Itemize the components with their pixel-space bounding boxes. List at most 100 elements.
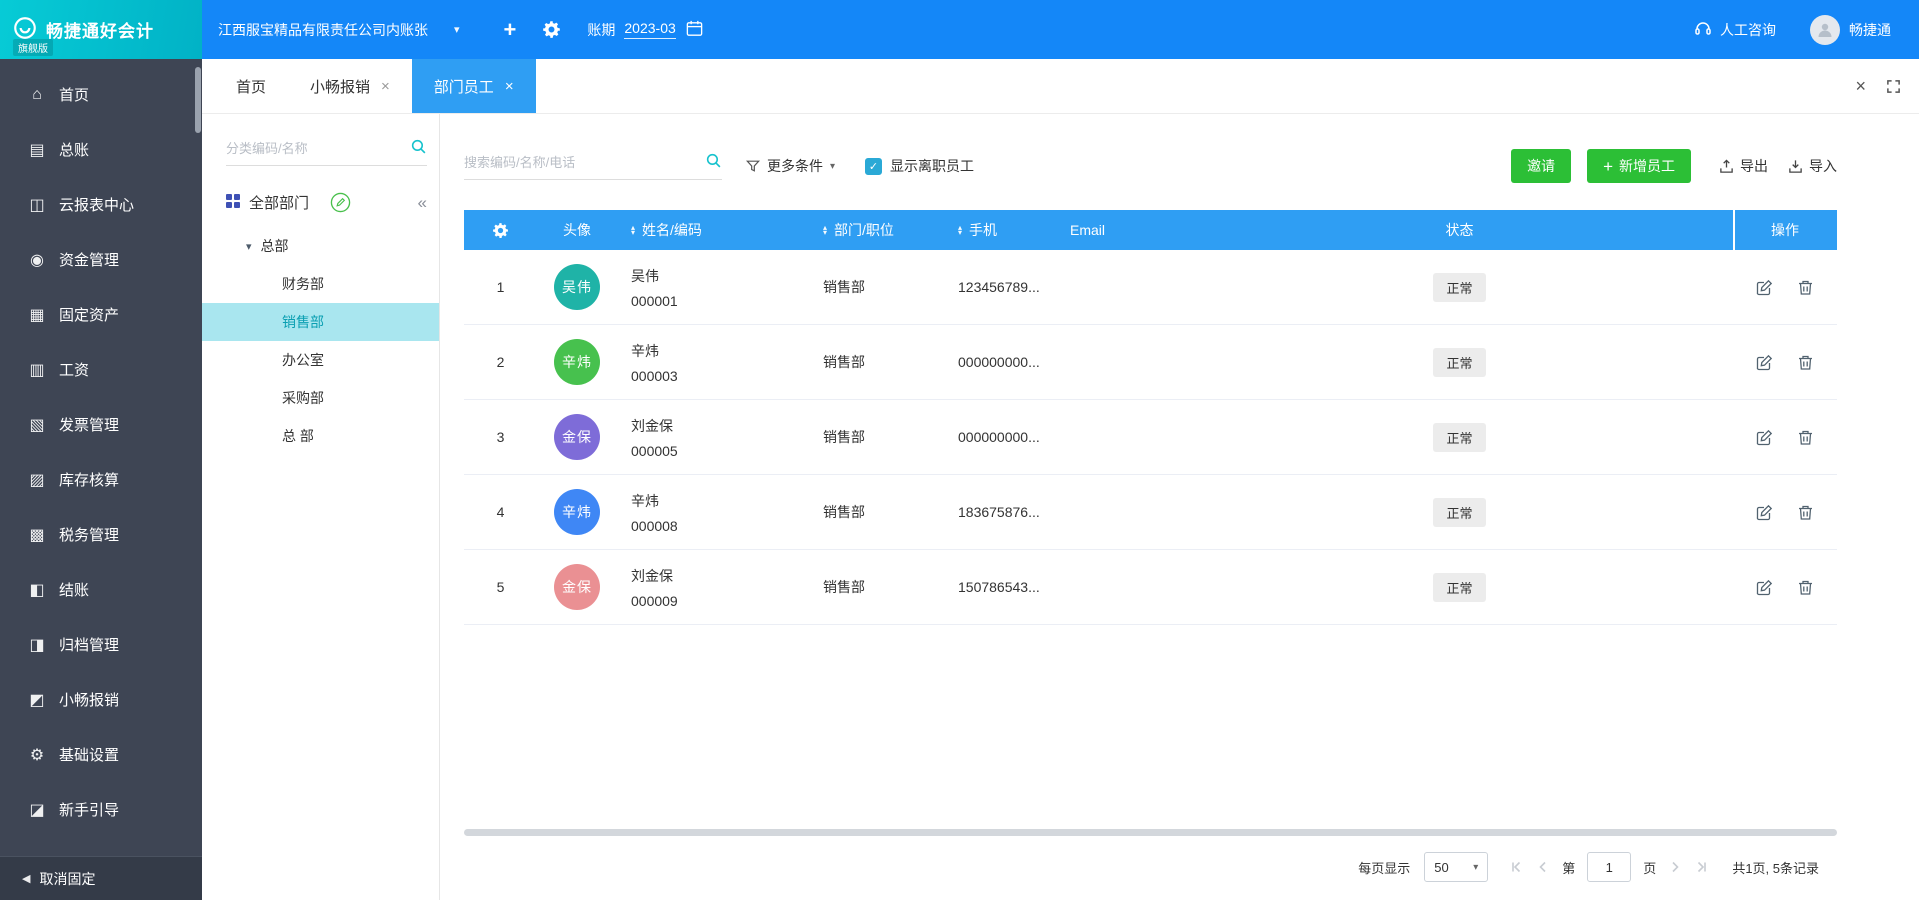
dept-tree-item[interactable]: 总 部 [202,417,439,455]
sidebar-item[interactable]: ▥ 工资 [0,342,202,397]
sidebar-scrollbar[interactable] [195,67,201,133]
edit-icon[interactable] [1756,279,1773,296]
tab-close-icon[interactable]: × [381,78,390,95]
unpin-icon: ◀ [22,872,30,885]
sidebar-item[interactable]: ▧ 发票管理 [0,397,202,452]
tab-bar: 首页 × 小畅报销 × 部门员工 × × [202,59,1919,114]
calendar-icon[interactable] [685,19,704,41]
company-selector[interactable]: 江西服宝精品有限责任公司内账张 ▾ [218,20,460,40]
employee-search-input[interactable] [464,155,705,170]
prev-page-icon[interactable] [1536,860,1550,874]
first-page-icon[interactable] [1510,860,1524,874]
fullscreen-icon[interactable] [1886,79,1901,94]
tab[interactable]: 首页 × [214,59,288,113]
sidebar-item[interactable]: ▦ 固定资产 [0,287,202,342]
sidebar-item[interactable]: ⚙ 基础设置 [0,727,202,782]
chevron-down-icon: ▾ [830,161,835,172]
sidebar-item[interactable]: ◉ 资金管理 [0,232,202,287]
dept-tree-item[interactable]: 采购部 [202,379,439,417]
page-nav: 第 页 [1510,852,1708,882]
sidebar-item-label: 首页 [59,84,89,105]
show-resigned-toggle[interactable]: 显示离职员工 [865,156,974,176]
user-name: 畅捷通 [1849,20,1891,40]
sidebar-item[interactable]: ◩ 小畅报销 [0,672,202,727]
employee-phone: 150786543... [944,579,1056,595]
sidebar-item[interactable]: ⌂ 首页 [0,67,202,122]
sort-icon[interactable]: ▴▾ [823,225,827,235]
delete-icon[interactable] [1797,354,1814,371]
add-accountset-button[interactable]: + [504,19,517,41]
funds-icon: ◉ [28,250,46,270]
sidebar-item[interactable]: ▩ 税务管理 [0,507,202,562]
delete-icon[interactable] [1797,579,1814,596]
app-edition-badge: 旗舰版 [13,39,53,56]
user-menu[interactable]: 畅捷通 [1810,15,1891,45]
col-header-name: ▴▾ 姓名/编码 [617,210,809,250]
payroll-icon: ▥ [28,360,46,380]
horizontal-scrollbar[interactable] [464,829,1837,836]
header-settings-gear-icon[interactable] [542,20,561,39]
search-icon[interactable] [705,152,722,172]
employee-avatar: 辛炜 [554,339,600,385]
dept-tree-item[interactable]: 销售部 [202,303,439,341]
next-page-icon[interactable] [1668,860,1682,874]
page-suffix: 页 [1643,858,1656,877]
edit-departments-icon[interactable] [330,192,351,213]
edit-icon[interactable] [1756,354,1773,371]
table-row: 1 吴伟 吴伟 000001 销售部 123456789... [464,250,1837,325]
page-size-select[interactable]: 50 ▾ [1424,852,1488,882]
dept-tree-root[interactable]: ▾ 总部 [202,227,439,265]
sidebar-item[interactable]: ▤ 总账 [0,122,202,177]
edit-icon[interactable] [1756,429,1773,446]
cloud-report-icon: ◫ [28,195,46,215]
pagination-bar: 每页显示 50 ▾ 第 [464,850,1819,884]
export-button[interactable]: 导出 [1719,156,1768,176]
sort-icon[interactable]: ▴▾ [631,225,635,235]
close-all-icon[interactable]: × [1855,76,1866,97]
import-button[interactable]: 导入 [1788,156,1837,176]
employee-code: 000009 [631,593,809,609]
sidebar-item[interactable]: ◫ 云报表中心 [0,177,202,232]
all-departments-row[interactable]: 全部部门 « [226,192,431,213]
invite-button[interactable]: 邀请 [1511,149,1571,183]
search-icon[interactable] [410,138,427,158]
more-filters-button[interactable]: 更多条件 ▾ [746,156,835,176]
delete-icon[interactable] [1797,279,1814,296]
headset-icon [1694,19,1712,40]
caret-down-icon: ▾ [246,240,252,253]
app-logo[interactable]: 畅捷通好会计 旗舰版 [0,0,202,59]
tab[interactable]: 部门员工 × [412,59,536,113]
delete-icon[interactable] [1797,429,1814,446]
sidebar-item-label: 工资 [59,359,89,380]
sidebar-item[interactable]: ▨ 库存核算 [0,452,202,507]
show-resigned-checkbox[interactable] [865,158,882,175]
sidebar-item[interactable]: ▣ 好会计学院 [0,837,202,856]
edit-icon[interactable] [1756,579,1773,596]
dept-tree-item[interactable]: 办公室 [202,341,439,379]
department-search-input[interactable] [226,141,410,156]
employee-phone: 000000000... [944,429,1056,445]
sidebar-item[interactable]: ◪ 新手引导 [0,782,202,837]
top-header: 畅捷通好会计 旗舰版 江西服宝精品有限责任公司内账张 ▾ + 账期 2023-0… [0,0,1919,59]
record-summary: 共1页, 5条记录 [1732,858,1819,877]
unpin-sidebar-button[interactable]: ◀ 取消固定 [0,856,202,900]
support-link[interactable]: 人工咨询 [1694,19,1776,40]
sort-icon[interactable]: ▴▾ [958,225,962,235]
sidebar-item[interactable]: ◧ 结账 [0,562,202,617]
dept-tree-item[interactable]: 财务部 [202,265,439,303]
tab[interactable]: 小畅报销 × [288,59,412,113]
sidebar-item[interactable]: ◨ 归档管理 [0,617,202,672]
employee-table: 头像 ▴▾ 姓名/编码 ▴▾ 部门/职位 ▴▾ 手机 [464,210,1837,625]
edit-icon[interactable] [1756,504,1773,521]
delete-icon[interactable] [1797,504,1814,521]
page-number-input[interactable] [1587,852,1631,882]
page-size-value: 50 [1434,860,1448,875]
last-page-icon[interactable] [1694,860,1708,874]
all-departments-label: 全部部门 [249,192,309,213]
column-settings-gear-icon[interactable] [464,210,537,250]
tab-close-icon[interactable]: × [505,78,514,95]
collapse-panel-icon[interactable]: « [418,193,431,213]
period-value[interactable]: 2023-03 [624,20,675,39]
table-row: 2 辛炜 辛炜 000003 销售部 000000000... [464,325,1837,400]
add-employee-button[interactable]: +新增员工 [1587,149,1691,183]
